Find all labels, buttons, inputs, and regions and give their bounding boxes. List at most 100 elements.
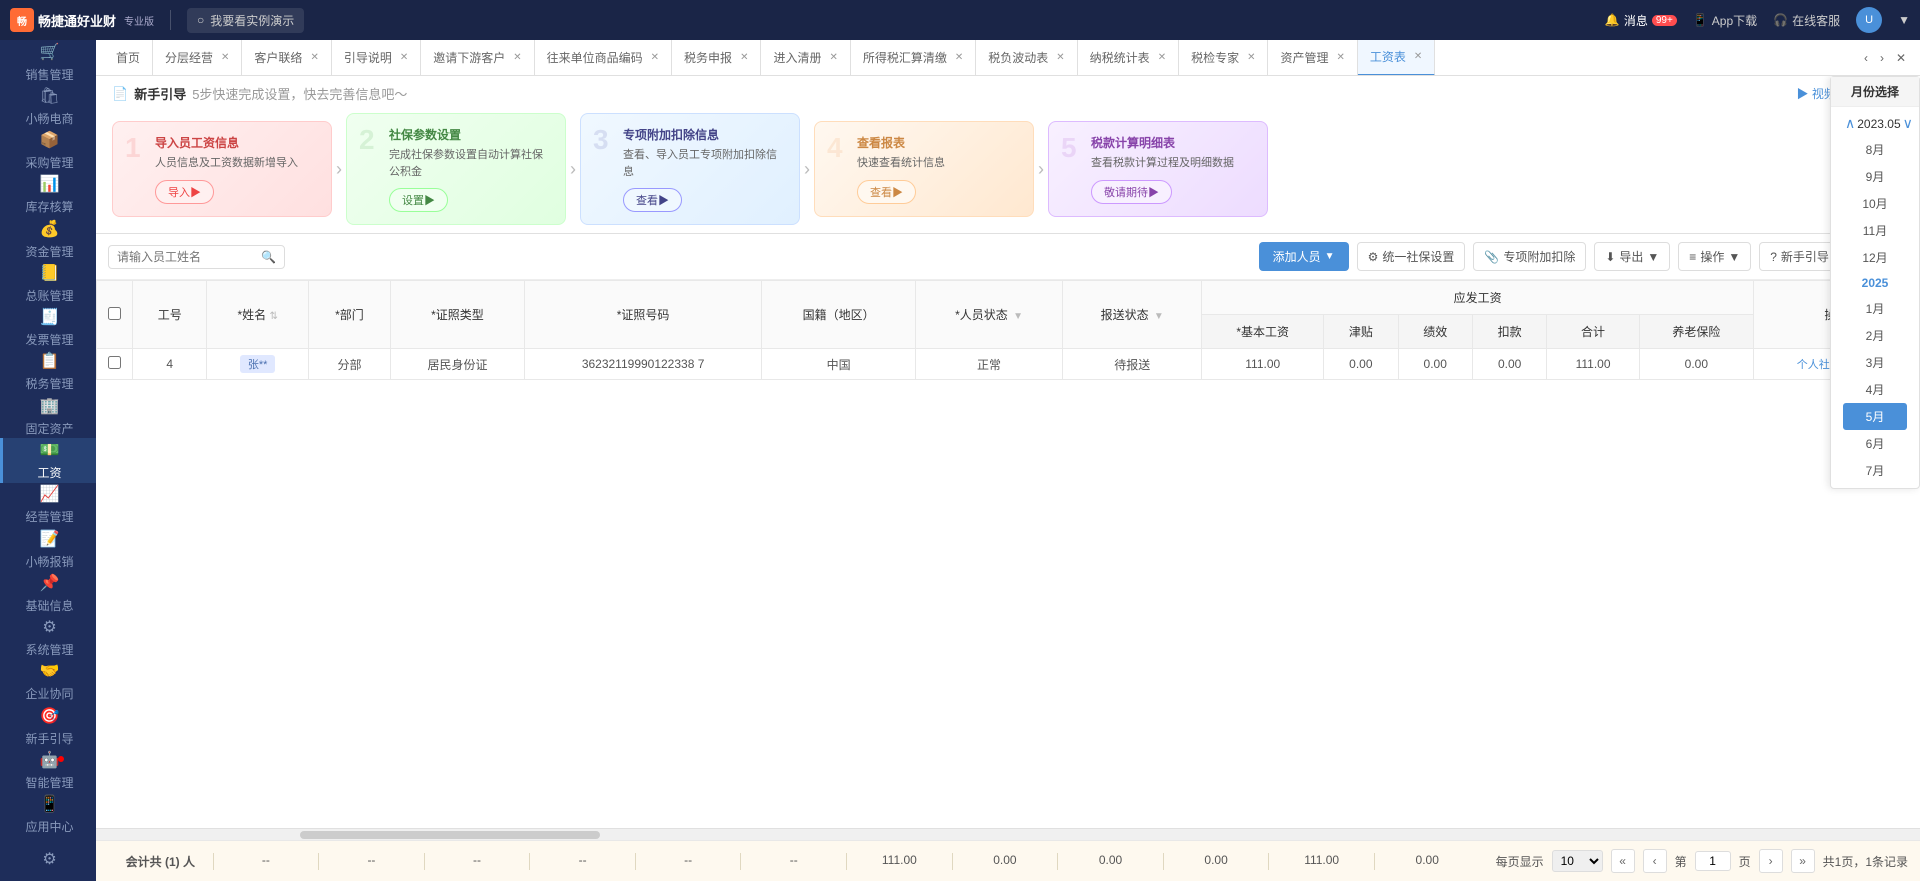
select-all-checkbox[interactable]	[108, 307, 121, 320]
month-item-dec[interactable]: 12月	[1839, 244, 1911, 271]
unified-social-btn[interactable]: ⚙ 统一社保设置	[1357, 242, 1466, 271]
search-employee-input[interactable]	[117, 250, 257, 264]
sidebar-item-purchase[interactable]: 📦 采购管理	[0, 129, 96, 173]
sidebar-label-ecommerce: 小畅电商	[25, 110, 73, 127]
tab-tax-relief[interactable]: 税负波动表 ✕	[976, 40, 1077, 76]
asset-mgmt-tab-close[interactable]: ✕	[1337, 52, 1345, 63]
horizontal-scrollbar[interactable]	[96, 828, 1920, 840]
sidebar-item-operations[interactable]: 📈 经营管理	[0, 483, 96, 527]
sidebar-settings-btn[interactable]: ⚙	[0, 837, 96, 881]
tab-tiered[interactable]: 分层经营 ✕	[153, 40, 242, 76]
wizard-guide-btn[interactable]: ? 新手引导	[1759, 242, 1840, 271]
name-sort-icon[interactable]: ⇅	[269, 311, 277, 322]
clearance-tab-close[interactable]: ✕	[829, 52, 837, 63]
tab-prev-btn[interactable]: ‹	[1858, 51, 1874, 65]
next-year-btn[interactable]: ∨	[1901, 113, 1915, 134]
last-page-btn[interactable]: »	[1791, 849, 1815, 873]
guide-tab-close[interactable]: ✕	[400, 52, 408, 63]
month-item-aug[interactable]: 8月	[1839, 136, 1911, 163]
special-deduction-btn[interactable]: 📎 专项附加扣除	[1473, 242, 1586, 271]
sidebar-item-ledger[interactable]: 📒 总账管理	[0, 261, 96, 305]
product-code-tab-close[interactable]: ✕	[651, 52, 659, 63]
step2-btn[interactable]: 设置▶	[389, 188, 448, 212]
tab-crm[interactable]: 客户联络 ✕	[242, 40, 331, 76]
tab-tax-report[interactable]: 税务申报 ✕	[672, 40, 761, 76]
month-item-oct[interactable]: 10月	[1839, 190, 1911, 217]
prev-page-btn[interactable]: ‹	[1643, 849, 1667, 873]
row-checkbox[interactable]	[108, 356, 121, 369]
sidebar-item-assets[interactable]: 🏢 固定资产	[0, 394, 96, 438]
page-size-select[interactable]: 10 20 50 100	[1552, 850, 1603, 872]
report-status-filter-icon[interactable]: ▼	[1154, 311, 1164, 322]
tab-close-all-btn[interactable]: ✕	[1890, 51, 1912, 65]
sidebar-item-cooperation[interactable]: 🤝 企业协同	[0, 660, 96, 704]
scroll-thumb[interactable]	[300, 831, 600, 839]
header-applied-wage: 应发工资	[1202, 281, 1754, 315]
invite-tab-close[interactable]: ✕	[513, 52, 521, 63]
salary-tab-close[interactable]: ✕	[1414, 51, 1422, 62]
month-item-may[interactable]: 5月	[1843, 403, 1907, 430]
sidebar-item-expense[interactable]: 📝 小畅报销	[0, 527, 96, 571]
page-number-input[interactable]	[1695, 851, 1731, 871]
tab-income-tax[interactable]: 所得税汇算清缴 ✕	[851, 40, 976, 76]
tiered-tab-close[interactable]: ✕	[221, 52, 229, 63]
income-tax-tab-close[interactable]: ✕	[955, 52, 963, 63]
step3-btn[interactable]: 查看▶	[623, 188, 682, 212]
sidebar-item-salary[interactable]: 💵 工资	[0, 438, 96, 482]
sidebar-item-tax[interactable]: 📋 税务管理	[0, 350, 96, 394]
step4-btn[interactable]: 查看▶	[857, 180, 916, 204]
tab-home[interactable]: 首页	[104, 40, 153, 76]
sidebar-item-appcenter[interactable]: 📱 应用中心	[0, 793, 96, 837]
tax-expert-tab-close[interactable]: ✕	[1247, 52, 1255, 63]
tab-product-code[interactable]: 往来单位商品编码 ✕	[535, 40, 672, 76]
month-item-apr[interactable]: 4月	[1839, 376, 1911, 403]
download-icon: 📱	[1693, 13, 1708, 27]
header-base-salary: *基本工资	[1202, 315, 1324, 349]
notification-btn[interactable]: 🔔 消息 99+	[1605, 12, 1677, 29]
export-btn[interactable]: ⬇ 导出 ▼	[1594, 242, 1670, 271]
tab-tax-expert[interactable]: 税检专家 ✕	[1179, 40, 1268, 76]
step1-btn[interactable]: 导入▶	[155, 180, 214, 204]
online-service-btn[interactable]: 🎧 在线客服	[1773, 12, 1840, 29]
demo-search-btn[interactable]: ○ 我要看实例演示	[187, 8, 304, 33]
sidebar-item-invoice[interactable]: 🧾 发票管理	[0, 306, 96, 350]
sidebar-item-guide[interactable]: 🎯 新手引导	[0, 704, 96, 748]
tab-guide[interactable]: 引导说明 ✕	[332, 40, 421, 76]
tab-invite[interactable]: 邀请下游客户 ✕	[421, 40, 534, 76]
sidebar-item-smart[interactable]: 🤖 智能管理	[0, 748, 96, 792]
sidebar-item-sales[interactable]: 🛒 销售管理	[0, 40, 96, 84]
sidebar-item-ecommerce[interactable]: 🛍 小畅电商	[0, 84, 96, 128]
next-page-btn[interactable]: ›	[1759, 849, 1783, 873]
tab-clearance[interactable]: 进入清册 ✕	[761, 40, 850, 76]
month-item-jan[interactable]: 1月	[1839, 295, 1911, 322]
tax-report-tab-close[interactable]: ✕	[740, 52, 748, 63]
tab-asset-mgmt[interactable]: 资产管理 ✕	[1268, 40, 1357, 76]
add-person-btn[interactable]: 添加人员 ▼	[1259, 242, 1349, 271]
month-item-sep[interactable]: 9月	[1839, 163, 1911, 190]
tab-next-btn[interactable]: ›	[1874, 51, 1890, 65]
step5-btn[interactable]: 敬请期待▶	[1091, 180, 1172, 204]
sidebar-item-system[interactable]: ⚙ 系统管理	[0, 615, 96, 659]
tab-tax-stat[interactable]: 纳税统计表 ✕	[1078, 40, 1179, 76]
tax-relief-tab-close[interactable]: ✕	[1056, 52, 1064, 63]
month-item-feb[interactable]: 2月	[1839, 322, 1911, 349]
operations-icon: 📈	[40, 484, 60, 504]
sidebar-item-basic[interactable]: 📌 基础信息	[0, 571, 96, 615]
sidebar-item-inventory[interactable]: 📊 库存核算	[0, 173, 96, 217]
operations-btn[interactable]: ≡ 操作 ▼	[1678, 242, 1751, 271]
first-page-btn[interactable]: «	[1611, 849, 1635, 873]
month-item-jul[interactable]: 7月	[1839, 457, 1911, 484]
month-item-nov[interactable]: 11月	[1839, 217, 1911, 244]
status-filter-icon[interactable]: ▼	[1013, 311, 1023, 322]
month-item-mar[interactable]: 3月	[1839, 349, 1911, 376]
prev-year-btn[interactable]: ∧	[1843, 113, 1857, 134]
user-menu-btn[interactable]: ▼	[1898, 13, 1910, 27]
sidebar-item-finance[interactable]: 💰 资金管理	[0, 217, 96, 261]
user-avatar[interactable]: U	[1856, 7, 1882, 33]
search-icon[interactable]: 🔍	[261, 250, 276, 264]
app-download-btn[interactable]: 📱 App下载	[1693, 12, 1757, 29]
tab-salary[interactable]: 工资表 ✕	[1358, 40, 1435, 76]
tax-stat-tab-close[interactable]: ✕	[1158, 52, 1166, 63]
crm-tab-close[interactable]: ✕	[310, 52, 318, 63]
month-item-jun[interactable]: 6月	[1839, 430, 1911, 457]
